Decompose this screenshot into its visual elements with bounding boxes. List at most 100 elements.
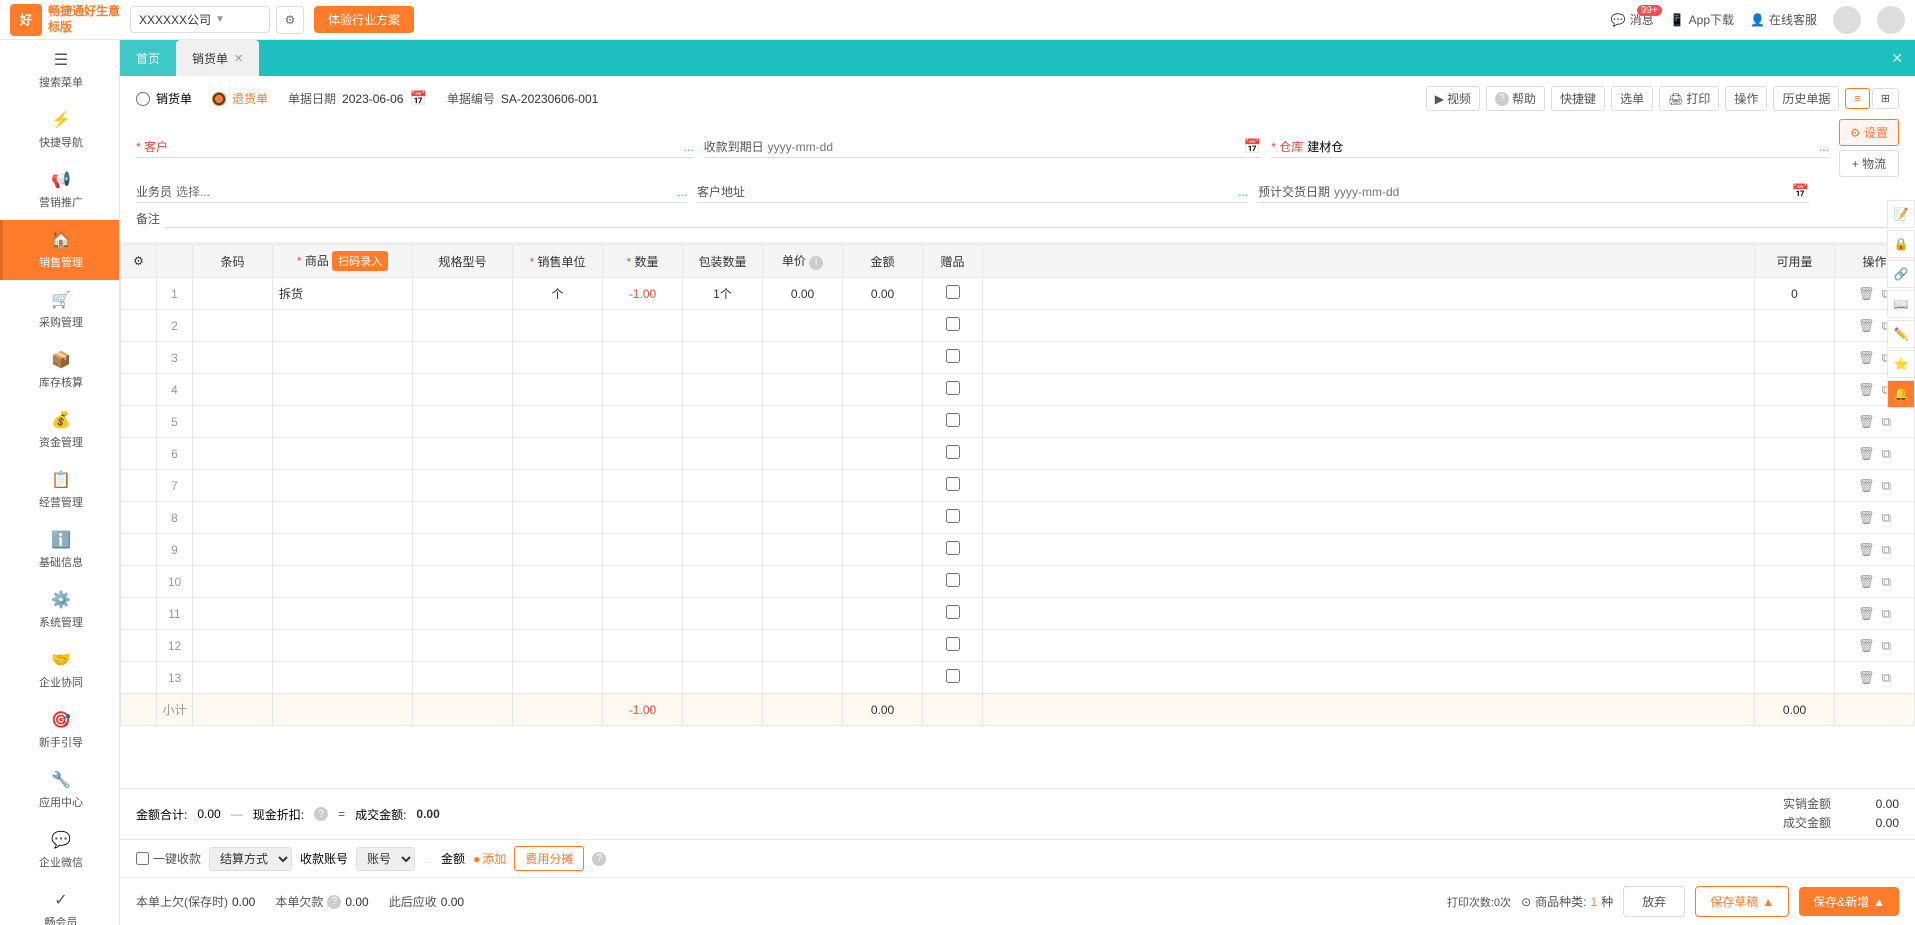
price-help-icon[interactable]: i bbox=[809, 256, 823, 270]
delete-row-icon[interactable]: 🗑 bbox=[1856, 540, 1877, 560]
message-button[interactable]: 💬 消息 99+ bbox=[1611, 11, 1654, 28]
sidebar-item-guide[interactable]: 🎯 新手引导 bbox=[0, 700, 119, 760]
expense-help-icon[interactable]: ? bbox=[592, 852, 606, 866]
delete-row-icon[interactable]: 🗑 bbox=[1856, 380, 1877, 400]
set-button[interactable]: ⚙ 设置 bbox=[1839, 119, 1899, 146]
col-setting[interactable]: ⚙ bbox=[121, 245, 157, 278]
radio-return-input[interactable] bbox=[212, 92, 226, 106]
tab-home[interactable]: 首页 bbox=[120, 40, 176, 76]
save-draft-button[interactable]: 保存草稿 ▲ bbox=[1695, 886, 1789, 917]
notes-input[interactable] bbox=[164, 209, 1899, 228]
video-button[interactable]: ▶ 视频 bbox=[1426, 86, 1480, 111]
copy-row-icon[interactable]: ⧉ bbox=[1880, 604, 1893, 624]
right-tool-pen[interactable]: ✏️ bbox=[1887, 320, 1915, 348]
scan-button[interactable]: 扫码录入 bbox=[332, 251, 388, 271]
delete-row-icon[interactable]: 🗑 bbox=[1856, 636, 1877, 656]
company-select[interactable]: XXXXXX公司 ▼ bbox=[130, 6, 270, 33]
due-date-input[interactable] bbox=[768, 140, 1240, 154]
arrears-help-icon[interactable]: ? bbox=[327, 895, 341, 909]
delete-row-icon[interactable]: 🗑 bbox=[1856, 508, 1877, 528]
list-view-icon[interactable]: ≡ bbox=[1845, 88, 1869, 109]
discard-button[interactable]: 放弃 bbox=[1623, 886, 1685, 917]
right-tool-link[interactable]: 🔗 bbox=[1887, 260, 1915, 288]
copy-row-icon[interactable]: ⧉ bbox=[1880, 668, 1893, 688]
copy-row-icon[interactable]: ⧉ bbox=[1880, 476, 1893, 496]
expense-button[interactable]: 费用分摊 bbox=[514, 846, 584, 871]
history-button[interactable]: 历史单据 bbox=[1773, 86, 1839, 111]
delete-row-icon[interactable]: 🗑 bbox=[1856, 316, 1877, 336]
help-button[interactable]: ? 帮助 bbox=[1486, 86, 1545, 111]
online-service-button[interactable]: 👤 在线客服 bbox=[1750, 11, 1817, 28]
salesperson-dots[interactable]: ... bbox=[677, 185, 687, 199]
one-click-payment-checkbox[interactable] bbox=[136, 852, 149, 865]
tab-sales-order[interactable]: 销货单 ✕ bbox=[176, 40, 259, 76]
copy-row-icon[interactable]: ⧉ bbox=[1880, 444, 1893, 464]
operate-button[interactable]: 操作 bbox=[1725, 86, 1767, 111]
sidebar-item-finance[interactable]: 💰 资金管理 bbox=[0, 400, 119, 460]
sidebar-item-appstore[interactable]: 🔧 应用中心 bbox=[0, 760, 119, 820]
sidebar-item-operations[interactable]: 📋 经营管理 bbox=[0, 460, 119, 520]
copy-row-icon[interactable]: ⧉ bbox=[1880, 508, 1893, 528]
grid-view-icon[interactable]: ⊞ bbox=[1872, 88, 1899, 109]
customer-input[interactable] bbox=[172, 140, 680, 154]
addr-dots[interactable]: ... bbox=[1238, 185, 1248, 199]
account-select[interactable]: 账号 bbox=[356, 847, 415, 871]
radio-return[interactable]: 退货单 bbox=[212, 90, 268, 107]
salesperson-input[interactable] bbox=[176, 185, 673, 199]
settings-icon[interactable]: ⚙ bbox=[276, 6, 304, 34]
logistics-button[interactable]: + 物流 bbox=[1839, 150, 1899, 177]
right-tool-book[interactable]: 📖 bbox=[1887, 290, 1915, 318]
sidebar-item-search[interactable]: ☰ 搜索菜单 bbox=[0, 40, 119, 100]
copy-row-icon[interactable]: ⧉ bbox=[1880, 572, 1893, 592]
copy-row-icon[interactable]: ⧉ bbox=[1880, 540, 1893, 560]
one-click-payment-label[interactable]: 一键收款 bbox=[136, 850, 201, 867]
sidebar-item-wechat[interactable]: 💬 企业微信 bbox=[0, 820, 119, 880]
expected-date-calendar-icon[interactable]: 📅 bbox=[1792, 183, 1809, 200]
product-type-refresh-icon[interactable]: ⊙ bbox=[1521, 895, 1531, 909]
sidebar-item-sales[interactable]: 🏠 销售管理 bbox=[0, 220, 119, 280]
customer-addr-input[interactable] bbox=[749, 185, 1234, 199]
due-date-calendar-icon[interactable]: 📅 bbox=[1244, 138, 1261, 155]
avatar[interactable] bbox=[1833, 6, 1861, 34]
sidebar-item-enterprise[interactable]: 🤝 企业协同 bbox=[0, 640, 119, 700]
print-button[interactable]: 🖨 打印 bbox=[1659, 86, 1719, 111]
sidebar-item-purchase[interactable]: 🛒 采购管理 bbox=[0, 280, 119, 340]
sidebar-item-inventory[interactable]: 📦 库存核算 bbox=[0, 340, 119, 400]
experience-button[interactable]: 体验行业方案 bbox=[314, 6, 414, 33]
tab-close-all-icon[interactable]: ✕ bbox=[1879, 50, 1915, 67]
sidebar-item-quick-nav[interactable]: ⚡ 快捷导航 bbox=[0, 100, 119, 160]
right-tool-notify[interactable]: 🔔 bbox=[1887, 380, 1915, 408]
customer-dots[interactable]: ... bbox=[684, 140, 694, 154]
delete-row-icon[interactable]: 🗑 bbox=[1856, 348, 1877, 368]
delete-row-icon[interactable]: 🗑 bbox=[1856, 604, 1877, 624]
copy-row-icon[interactable]: ⧉ bbox=[1880, 412, 1893, 432]
tab-close-icon[interactable]: ✕ bbox=[234, 52, 243, 65]
save-new-button[interactable]: 保存&新增 ▲ bbox=[1799, 887, 1899, 916]
delete-row-icon[interactable]: 🗑 bbox=[1856, 444, 1877, 464]
sidebar-item-member[interactable]: ✓ 畅会员 bbox=[0, 880, 119, 925]
sidebar-item-marketing[interactable]: 📢 营销推广 bbox=[0, 160, 119, 220]
discount-help-icon[interactable]: ? bbox=[314, 807, 328, 821]
copy-row-icon[interactable]: ⧉ bbox=[1880, 636, 1893, 656]
shortcut-button[interactable]: 快捷键 bbox=[1551, 86, 1605, 111]
select-button[interactable]: 选单 bbox=[1611, 86, 1653, 111]
delete-row-icon[interactable]: 🗑 bbox=[1856, 668, 1877, 688]
delete-row-icon[interactable]: 🗑 bbox=[1856, 412, 1877, 432]
radio-sales-input[interactable] bbox=[136, 92, 150, 106]
avatar2[interactable] bbox=[1877, 6, 1905, 34]
warehouse-dots[interactable]: ... bbox=[1819, 140, 1829, 154]
sidebar-item-system[interactable]: ⚙️ 系统管理 bbox=[0, 580, 119, 640]
sidebar-item-basic[interactable]: ℹ️ 基础信息 bbox=[0, 520, 119, 580]
settlement-select[interactable]: 结算方式 bbox=[209, 847, 292, 871]
add-payment-button[interactable]: ● 添加 bbox=[473, 850, 506, 867]
calendar-icon[interactable]: 📅 bbox=[409, 90, 426, 107]
radio-sales[interactable]: 销货单 bbox=[136, 90, 192, 107]
delete-row-icon[interactable]: 🗑 bbox=[1856, 284, 1877, 304]
expected-date-input[interactable] bbox=[1334, 185, 1788, 199]
right-tool-star[interactable]: ⭐ bbox=[1887, 350, 1915, 378]
app-download-button[interactable]: 📱 App下载 bbox=[1670, 11, 1734, 28]
right-tool-lock[interactable]: 🔒 bbox=[1887, 230, 1915, 258]
delete-row-icon[interactable]: 🗑 bbox=[1856, 572, 1877, 592]
delete-row-icon[interactable]: 🗑 bbox=[1856, 476, 1877, 496]
right-tool-edit[interactable]: 📝 bbox=[1887, 200, 1915, 228]
